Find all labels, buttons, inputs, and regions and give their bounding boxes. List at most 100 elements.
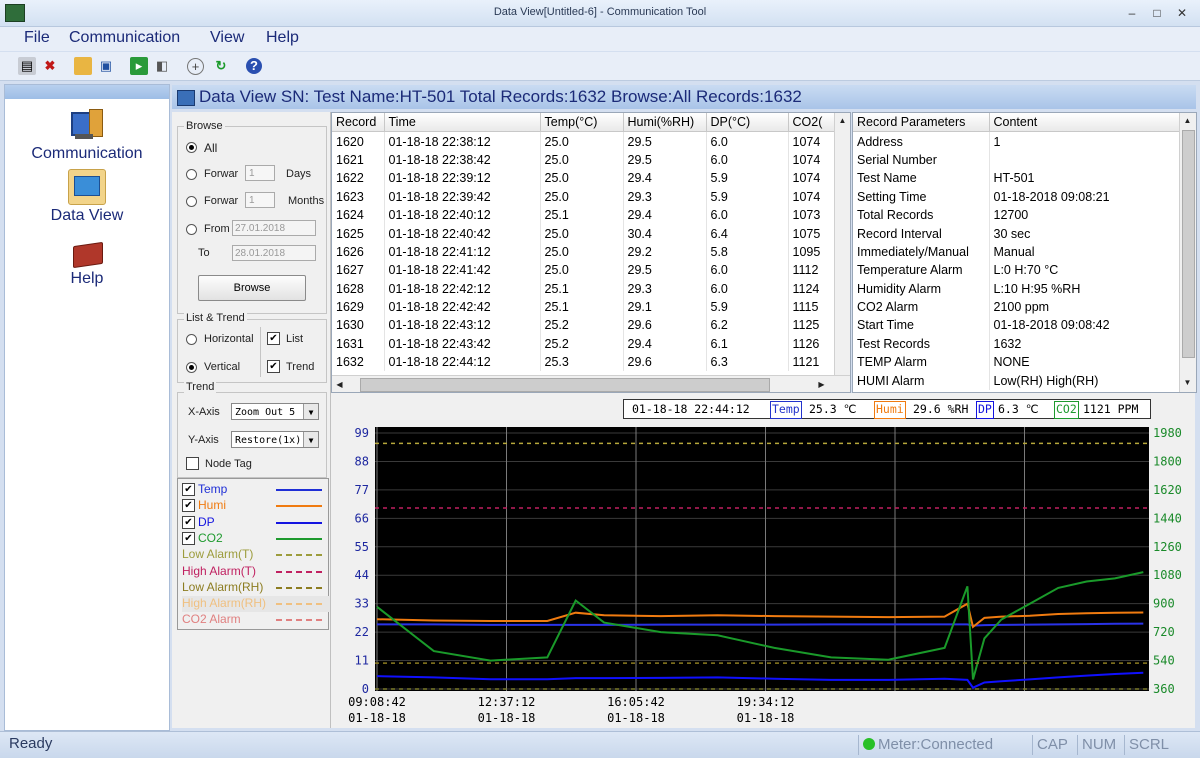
- forward-days-radio[interactable]: [186, 169, 197, 180]
- parameter-column-header[interactable]: Record Parameters: [853, 113, 990, 133]
- record-row[interactable]: 1628 01-18-18 22:42:12 25.1 29.3 6.0 1124: [332, 279, 835, 298]
- record-row[interactable]: 1623 01-18-18 22:39:42 25.0 29.3 5.9 1074: [332, 187, 835, 206]
- parameter-row[interactable]: CO2 Alarm 2100 ppm: [853, 297, 1180, 317]
- info-icon[interactable]: ?: [246, 58, 262, 74]
- parameter-row[interactable]: Setting Time 01-18-2018 09:08:21: [853, 187, 1180, 206]
- record-cell: 1124: [788, 279, 835, 298]
- list-checkbox[interactable]: ✔: [267, 332, 280, 345]
- scroll-down-icon[interactable]: ▼: [1180, 375, 1195, 390]
- record-row[interactable]: 1629 01-18-18 22:42:42 25.1 29.1 5.9 1115: [332, 297, 835, 317]
- chevron-down-icon[interactable]: ▼: [303, 432, 318, 447]
- to-date-field[interactable]: 28.01.2018: [232, 245, 316, 261]
- horizontal-radio[interactable]: [186, 334, 197, 345]
- maximize-button[interactable]: □: [1145, 4, 1169, 22]
- browse-all-radio[interactable]: [186, 142, 197, 153]
- chevron-down-icon[interactable]: ▼: [303, 404, 318, 419]
- parameter-row[interactable]: Address 1: [853, 131, 1180, 151]
- refresh-icon[interactable]: ↻: [212, 57, 230, 75]
- record-column-header[interactable]: Humi(%RH): [623, 113, 707, 133]
- record-cell: 5.9: [706, 297, 789, 317]
- record-row[interactable]: 1622 01-18-18 22:39:12 25.0 29.4 5.9 1074: [332, 169, 835, 188]
- legend-item[interactable]: ✔ Temp: [182, 482, 330, 498]
- record-row[interactable]: 1624 01-18-18 22:40:12 25.1 29.4 6.0 1073: [332, 205, 835, 225]
- trend-checkbox[interactable]: ✔: [267, 360, 280, 373]
- record-column-header[interactable]: Record: [332, 113, 385, 133]
- nav-data-view[interactable]: Data View: [5, 169, 169, 225]
- legend-item[interactable]: CO2 Alarm: [182, 612, 330, 628]
- menu-view[interactable]: View: [210, 29, 244, 47]
- scroll-up-icon[interactable]: ▲: [1180, 113, 1195, 128]
- parameter-row[interactable]: HUMI Alarm Low(RH) High(RH): [853, 371, 1180, 390]
- record-column-header[interactable]: CO2(: [788, 113, 835, 133]
- delete-icon[interactable]: ✖: [41, 57, 59, 75]
- legend-item[interactable]: ✔ Humi: [182, 498, 330, 514]
- record-row[interactable]: 1631 01-18-18 22:43:42 25.2 29.4 6.1 1126: [332, 334, 835, 354]
- minimize-button[interactable]: –: [1120, 4, 1144, 22]
- parameter-cell: Setting Time: [853, 187, 990, 206]
- parameter-row[interactable]: Start Time 01-18-2018 09:08:42: [853, 316, 1180, 335]
- parameter-row[interactable]: Test Records 1632: [853, 334, 1180, 354]
- record-row[interactable]: 1626 01-18-18 22:41:12 25.0 29.2 5.8 1095: [332, 242, 835, 262]
- record-cell: 1625: [332, 224, 385, 243]
- export-icon[interactable]: ▸: [130, 57, 148, 75]
- record-row[interactable]: 1630 01-18-18 22:43:12 25.2 29.6 6.2 1125: [332, 316, 835, 335]
- nav-help[interactable]: Help: [5, 240, 169, 288]
- record-row[interactable]: 1620 01-18-18 22:38:12 25.0 29.5 6.0 1074: [332, 131, 835, 151]
- legend-checkbox[interactable]: ✔: [182, 499, 195, 513]
- legend-item[interactable]: ✔ CO2: [182, 531, 330, 547]
- print-icon[interactable]: ▤: [18, 57, 36, 75]
- record-column-header[interactable]: DP(°C): [706, 113, 789, 133]
- close-button[interactable]: ✕: [1170, 4, 1194, 22]
- parameter-row[interactable]: Record Interval 30 sec: [853, 224, 1180, 243]
- legend-item[interactable]: ✔ DP: [182, 515, 330, 531]
- record-row[interactable]: 1632 01-18-18 22:44:12 25.3 29.6 6.3 1121: [332, 353, 835, 372]
- record-column-header[interactable]: Temp(°C): [540, 113, 624, 133]
- days-spinner[interactable]: 1: [245, 165, 275, 181]
- scroll-right-icon[interactable]: ▶: [814, 377, 829, 392]
- add-icon[interactable]: +: [187, 58, 204, 75]
- legend-item[interactable]: High Alarm(RH): [182, 596, 330, 613]
- record-hscroll[interactable]: ◀ ▶: [332, 375, 850, 392]
- legend-item[interactable]: Low Alarm(T): [182, 547, 330, 563]
- hscroll-thumb[interactable]: [360, 378, 770, 392]
- legend-item[interactable]: High Alarm(T): [182, 564, 330, 580]
- parameter-row[interactable]: TEMP Alarm NONE: [853, 353, 1180, 372]
- scroll-up-icon[interactable]: ▲: [835, 113, 850, 128]
- from-radio[interactable]: [186, 224, 197, 235]
- parameter-row[interactable]: Total Records 12700: [853, 205, 1180, 225]
- parameter-row[interactable]: Temperature Alarm L:0 H:70 °C: [853, 261, 1180, 280]
- record-row[interactable]: 1621 01-18-18 22:38:42 25.0 29.5 6.0 1074: [332, 150, 835, 170]
- record-vscroll[interactable]: ▲: [834, 113, 850, 375]
- open-folder-icon[interactable]: [74, 57, 92, 75]
- menu-file[interactable]: File: [24, 29, 50, 47]
- sync-icon[interactable]: ◧: [153, 57, 171, 75]
- legend-checkbox[interactable]: ✔: [182, 531, 195, 545]
- legend-checkbox[interactable]: ✔: [182, 483, 195, 496]
- record-row[interactable]: 1627 01-18-18 22:41:42 25.0 29.5 6.0 1112: [332, 261, 835, 280]
- legend-checkbox[interactable]: ✔: [182, 515, 195, 529]
- x-axis-combo[interactable]: Zoom Out 5 ▼: [231, 403, 319, 420]
- parameter-row[interactable]: Serial Number: [853, 150, 1180, 170]
- menu-help[interactable]: Help: [266, 29, 299, 47]
- record-row[interactable]: 1625 01-18-18 22:40:42 25.0 30.4 6.4 1075: [332, 224, 835, 243]
- nav-communication[interactable]: Communication: [5, 109, 169, 163]
- vertical-radio[interactable]: [186, 362, 197, 373]
- legend-item[interactable]: Low Alarm(RH): [182, 580, 330, 596]
- scroll-left-icon[interactable]: ◀: [332, 377, 347, 392]
- parameters-vscroll[interactable]: ▲ ▼: [1179, 113, 1196, 392]
- months-spinner[interactable]: 1: [245, 192, 275, 208]
- save-icon[interactable]: ▣: [97, 57, 115, 75]
- forward-months-radio[interactable]: [186, 196, 197, 207]
- parameter-row[interactable]: Humidity Alarm L:10 H:95 %RH: [853, 279, 1180, 298]
- trend-chart[interactable]: 99 88 77 66 55 44 33 22 11 0 1980 1800 1620 1440 1260 1…: [331, 393, 1195, 728]
- parameter-row[interactable]: Test Name HT-501: [853, 169, 1180, 188]
- parameter-column-header[interactable]: Content: [989, 113, 1180, 133]
- node-tag-checkbox[interactable]: [186, 457, 199, 470]
- from-date-field[interactable]: 27.01.2018: [232, 220, 316, 236]
- record-column-header[interactable]: Time: [384, 113, 541, 133]
- parameter-row[interactable]: Immediately/Manual Manual: [853, 242, 1180, 262]
- y-axis-combo[interactable]: Restore(1x) ▼: [231, 431, 319, 448]
- menu-communication[interactable]: Communication: [69, 29, 180, 47]
- browse-button[interactable]: Browse: [198, 275, 306, 301]
- vscroll-thumb[interactable]: [1182, 130, 1195, 358]
